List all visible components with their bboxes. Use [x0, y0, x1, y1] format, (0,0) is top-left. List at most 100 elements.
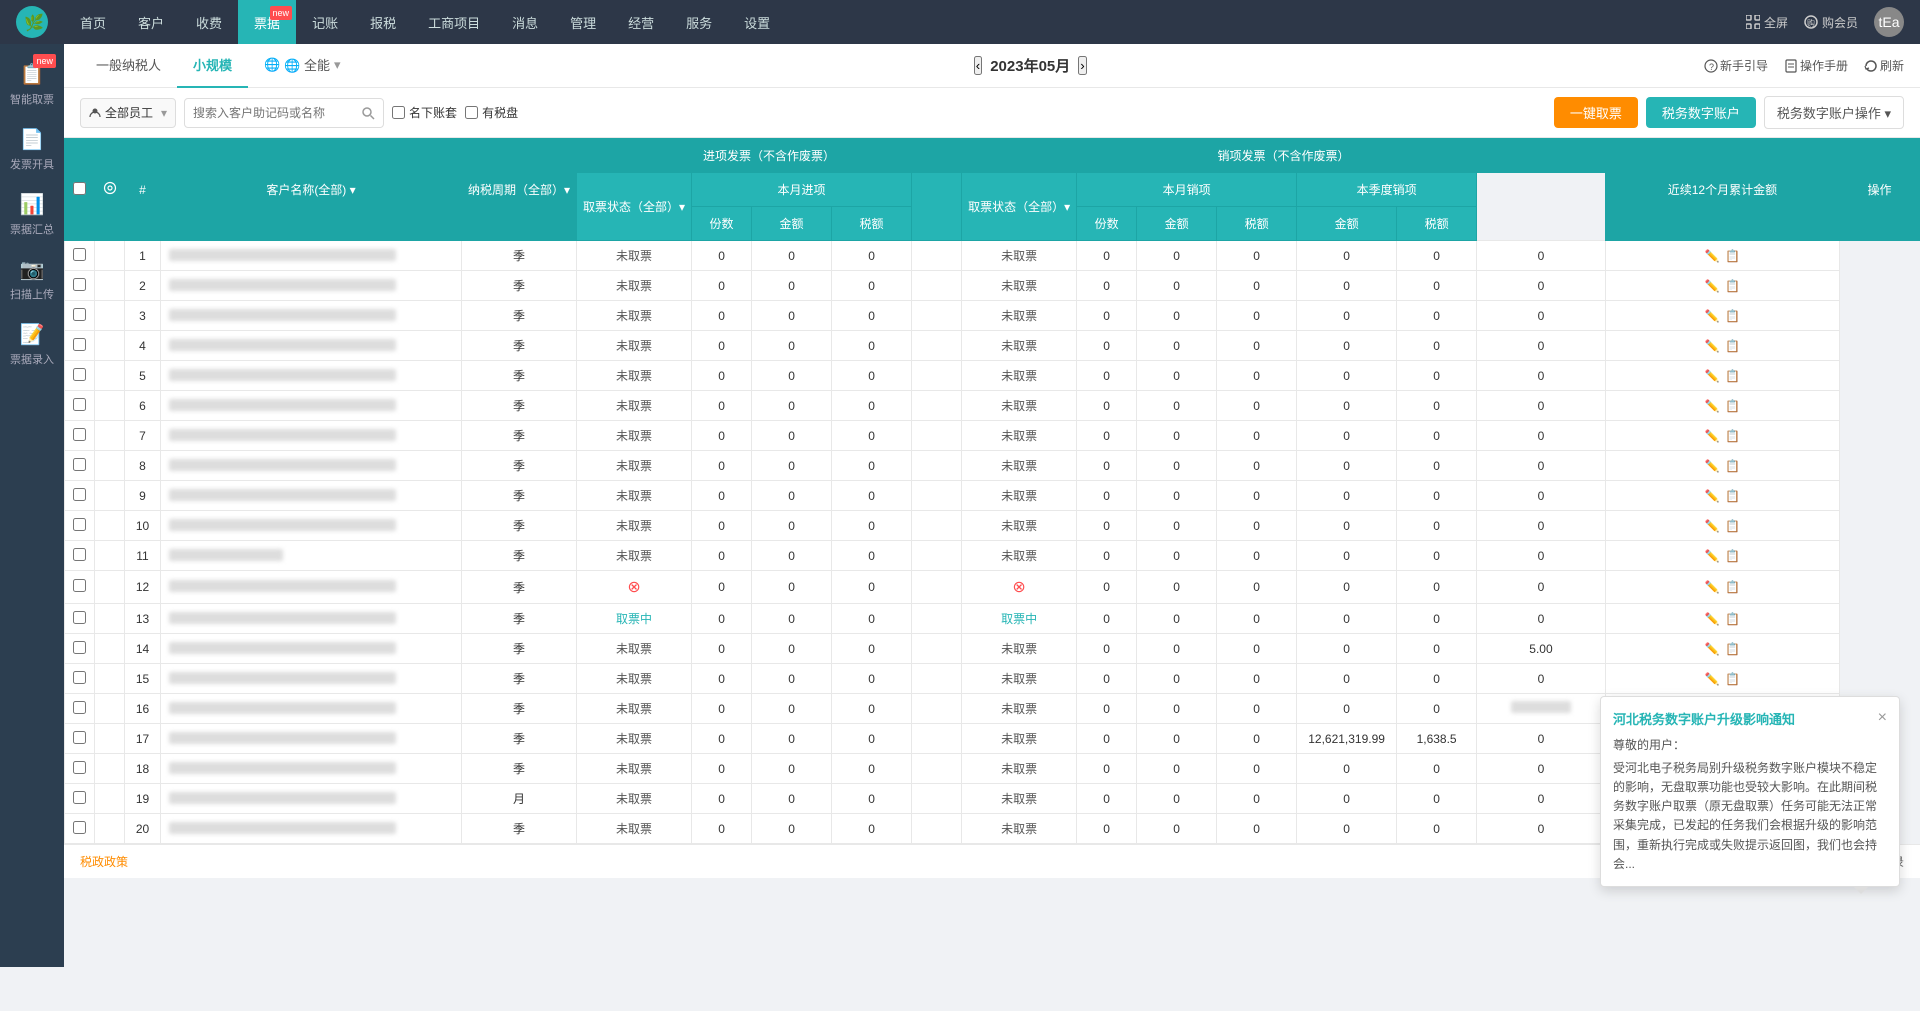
edit-icon[interactable]: ✏️ [1704, 642, 1719, 656]
edit-icon[interactable]: ✏️ [1704, 580, 1719, 594]
sidebar-item-scan-upload[interactable]: 📷 扫描上传 [0, 247, 64, 312]
row-checkbox[interactable] [73, 488, 86, 501]
cell-checkbox[interactable] [65, 511, 95, 541]
tab-all-capable[interactable]: 🌐 🌐 全能 ▾ [248, 44, 357, 88]
th-out-status[interactable]: 取票状态（全部）▾ [962, 173, 1077, 241]
edit-icon[interactable]: ✏️ [1704, 369, 1719, 383]
user-avatar[interactable]: tEa [1874, 7, 1904, 37]
cell-checkbox[interactable] [65, 451, 95, 481]
edit-icon[interactable]: ✏️ [1704, 612, 1719, 626]
sub-account-filter[interactable]: 名下账套 [392, 104, 457, 121]
member-btn[interactable]: 购 购会员 [1804, 14, 1858, 31]
row-checkbox[interactable] [73, 821, 86, 834]
sub-account-checkbox[interactable] [392, 106, 405, 119]
fullscreen-btn[interactable]: 全屏 [1746, 14, 1788, 31]
cell-checkbox[interactable] [65, 694, 95, 724]
edit-icon[interactable]: ✏️ [1704, 309, 1719, 323]
edit-icon[interactable]: ✏️ [1704, 459, 1719, 473]
cell-checkbox[interactable] [65, 724, 95, 754]
nav-operation[interactable]: 经营 [612, 0, 670, 44]
copy-icon[interactable]: 📋 [1725, 519, 1740, 533]
th-client-name[interactable]: 客户名称(全部) ▾ [161, 139, 462, 241]
nav-home[interactable]: 首页 [64, 0, 122, 44]
one-click-ticket-btn[interactable]: 一键取票 [1554, 97, 1638, 128]
edit-icon[interactable]: ✏️ [1704, 672, 1719, 686]
cell-checkbox[interactable] [65, 541, 95, 571]
refresh-link[interactable]: 刷新 [1864, 57, 1904, 74]
nav-message[interactable]: 消息 [496, 0, 554, 44]
nav-tax[interactable]: 报税 [354, 0, 412, 44]
tax-policy-link[interactable]: 税政政策 [80, 853, 128, 870]
row-checkbox[interactable] [73, 641, 86, 654]
cell-checkbox[interactable] [65, 301, 95, 331]
edit-icon[interactable]: ✏️ [1704, 249, 1719, 263]
tax-digital-account-btn[interactable]: 税务数字账户 [1646, 97, 1756, 128]
select-all-checkbox[interactable] [73, 182, 86, 195]
row-checkbox[interactable] [73, 518, 86, 531]
tax-disk-checkbox[interactable] [465, 106, 478, 119]
prev-month-btn[interactable]: ‹ [974, 56, 982, 75]
nav-business[interactable]: 工商项目 [412, 0, 496, 44]
cell-checkbox[interactable] [65, 241, 95, 271]
row-checkbox[interactable] [73, 368, 86, 381]
copy-icon[interactable]: 📋 [1725, 399, 1740, 413]
row-checkbox[interactable] [73, 458, 86, 471]
tab-general-taxpayer[interactable]: 一般纳税人 [80, 44, 177, 88]
copy-icon[interactable]: 📋 [1725, 339, 1740, 353]
nav-management[interactable]: 管理 [554, 0, 612, 44]
copy-icon[interactable]: 📋 [1725, 580, 1740, 594]
manual-link[interactable]: 操作手册 [1784, 57, 1848, 74]
copy-icon[interactable]: 📋 [1725, 249, 1740, 263]
cell-checkbox[interactable] [65, 391, 95, 421]
search-input[interactable] [193, 106, 361, 120]
new-guide-link[interactable]: ? 新手引导 [1704, 57, 1768, 74]
edit-icon[interactable]: ✏️ [1704, 489, 1719, 503]
th-in-status[interactable]: 取票状态（全部）▾ [577, 173, 692, 241]
row-checkbox[interactable] [73, 428, 86, 441]
next-month-btn[interactable]: › [1078, 56, 1086, 75]
row-checkbox[interactable] [73, 278, 86, 291]
copy-icon[interactable]: 📋 [1725, 612, 1740, 626]
row-checkbox[interactable] [73, 701, 86, 714]
cell-checkbox[interactable] [65, 361, 95, 391]
sidebar-item-invoice-summary[interactable]: 📊 票据汇总 [0, 182, 64, 247]
th-tax-cycle[interactable]: 纳税周期（全部）▾ [462, 139, 577, 241]
tax-disk-filter[interactable]: 有税盘 [465, 104, 518, 121]
nav-bookkeeping[interactable]: 记账 [296, 0, 354, 44]
cell-checkbox[interactable] [65, 664, 95, 694]
cell-checkbox[interactable] [65, 754, 95, 784]
edit-icon[interactable]: ✏️ [1704, 339, 1719, 353]
copy-icon[interactable]: 📋 [1725, 459, 1740, 473]
copy-icon[interactable]: 📋 [1725, 672, 1740, 686]
nav-service[interactable]: 服务 [670, 0, 728, 44]
copy-icon[interactable]: 📋 [1725, 429, 1740, 443]
row-checkbox[interactable] [73, 308, 86, 321]
row-checkbox[interactable] [73, 548, 86, 561]
cell-checkbox[interactable] [65, 784, 95, 814]
notification-close-btn[interactable]: × [1878, 709, 1887, 727]
row-checkbox[interactable] [73, 611, 86, 624]
row-checkbox[interactable] [73, 791, 86, 804]
row-checkbox[interactable] [73, 761, 86, 774]
employee-select[interactable]: 全部员工 ▾ [80, 98, 176, 128]
sidebar-item-smart-ticket[interactable]: new 📋 智能取票 [0, 52, 64, 117]
copy-icon[interactable]: 📋 [1725, 642, 1740, 656]
copy-icon[interactable]: 📋 [1725, 369, 1740, 383]
row-checkbox[interactable] [73, 731, 86, 744]
edit-icon[interactable]: ✏️ [1704, 549, 1719, 563]
nav-invoice[interactable]: 票据 new [238, 0, 296, 44]
row-checkbox[interactable] [73, 248, 86, 261]
row-checkbox[interactable] [73, 671, 86, 684]
cell-checkbox[interactable] [65, 481, 95, 511]
cell-checkbox[interactable] [65, 271, 95, 301]
copy-icon[interactable]: 📋 [1725, 549, 1740, 563]
edit-icon[interactable]: ✏️ [1704, 399, 1719, 413]
tax-digital-ops-btn[interactable]: 税务数字账户操作 ▾ [1764, 96, 1904, 129]
sidebar-item-invoice-entry[interactable]: 📝 票据录入 [0, 312, 64, 377]
edit-icon[interactable]: ✏️ [1704, 279, 1719, 293]
edit-icon[interactable]: ✏️ [1704, 429, 1719, 443]
sidebar-item-invoice-open[interactable]: 📄 发票开具 [0, 117, 64, 182]
row-checkbox[interactable] [73, 398, 86, 411]
nav-settings[interactable]: 设置 [728, 0, 786, 44]
copy-icon[interactable]: 📋 [1725, 279, 1740, 293]
